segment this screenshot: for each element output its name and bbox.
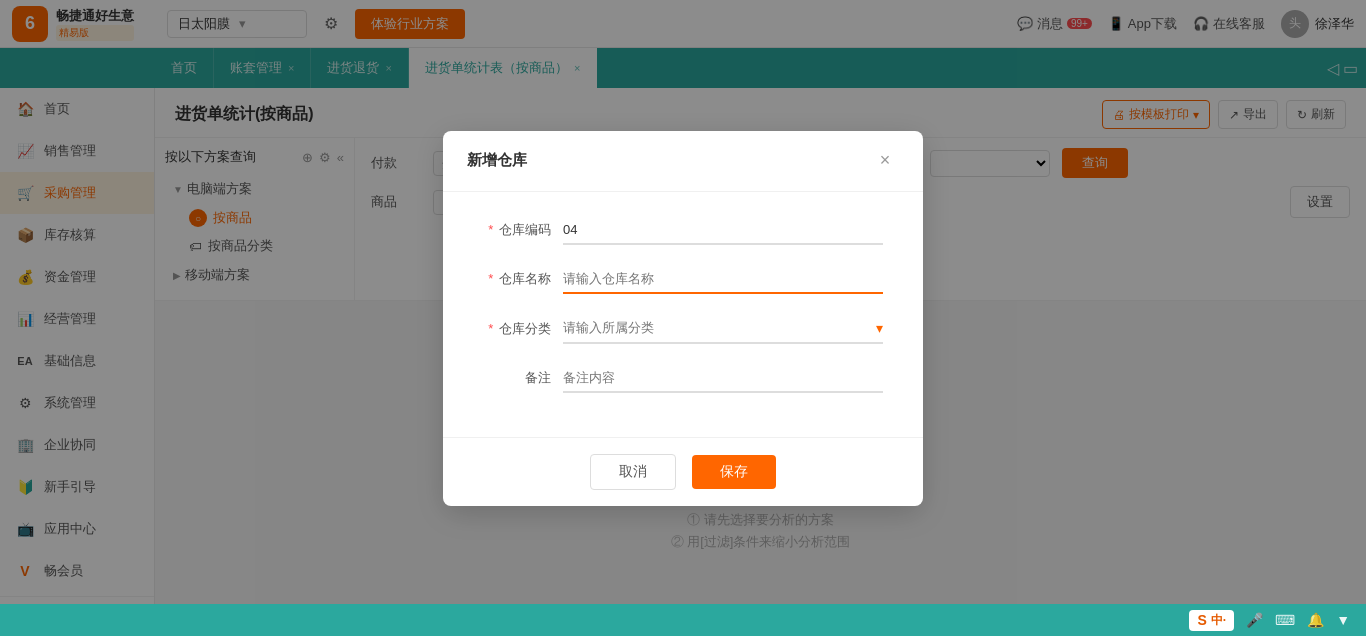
- form-label-category: * 仓库分类: [483, 320, 563, 338]
- category-select-input[interactable]: [563, 320, 876, 335]
- modal-title: 新增仓库: [467, 151, 527, 170]
- microphone-icon[interactable]: 🎤: [1246, 612, 1263, 628]
- form-row-note: 备注: [483, 364, 883, 393]
- form-label-name: * 仓库名称: [483, 270, 563, 288]
- form-label-code: * 仓库编码: [483, 221, 563, 239]
- bottom-brand: S 中·: [1189, 610, 1234, 631]
- bottom-bar: S 中· 🎤 ⌨ 🔔 ▼: [0, 604, 1366, 636]
- category-select-wrapper[interactable]: ▾: [563, 314, 883, 344]
- form-row-name: * 仓库名称: [483, 265, 883, 294]
- modal-body: * 仓库编码 * 仓库名称 * 仓库分类: [443, 192, 923, 437]
- category-dropdown-icon: ▾: [876, 320, 883, 336]
- modal-footer: 取消 保存: [443, 437, 923, 506]
- modal-close-button[interactable]: ×: [871, 147, 899, 175]
- warehouse-code-input[interactable]: [563, 216, 883, 245]
- notification-icon[interactable]: 🔔: [1307, 612, 1324, 628]
- save-button[interactable]: 保存: [692, 455, 776, 489]
- form-row-code: * 仓库编码: [483, 216, 883, 245]
- filter-icon[interactable]: ▼: [1336, 612, 1350, 628]
- keyboard-icon[interactable]: ⌨: [1275, 612, 1295, 628]
- form-label-note: 备注: [483, 369, 563, 387]
- modal-header: 新增仓库 ×: [443, 131, 923, 192]
- cancel-button[interactable]: 取消: [590, 454, 676, 490]
- form-row-category: * 仓库分类 ▾: [483, 314, 883, 344]
- warehouse-note-input[interactable]: [563, 364, 883, 393]
- warehouse-name-input[interactable]: [563, 265, 883, 294]
- modal-overlay[interactable]: 新增仓库 × * 仓库编码 * 仓库名称: [0, 0, 1366, 636]
- add-warehouse-modal: 新增仓库 × * 仓库编码 * 仓库名称: [443, 131, 923, 506]
